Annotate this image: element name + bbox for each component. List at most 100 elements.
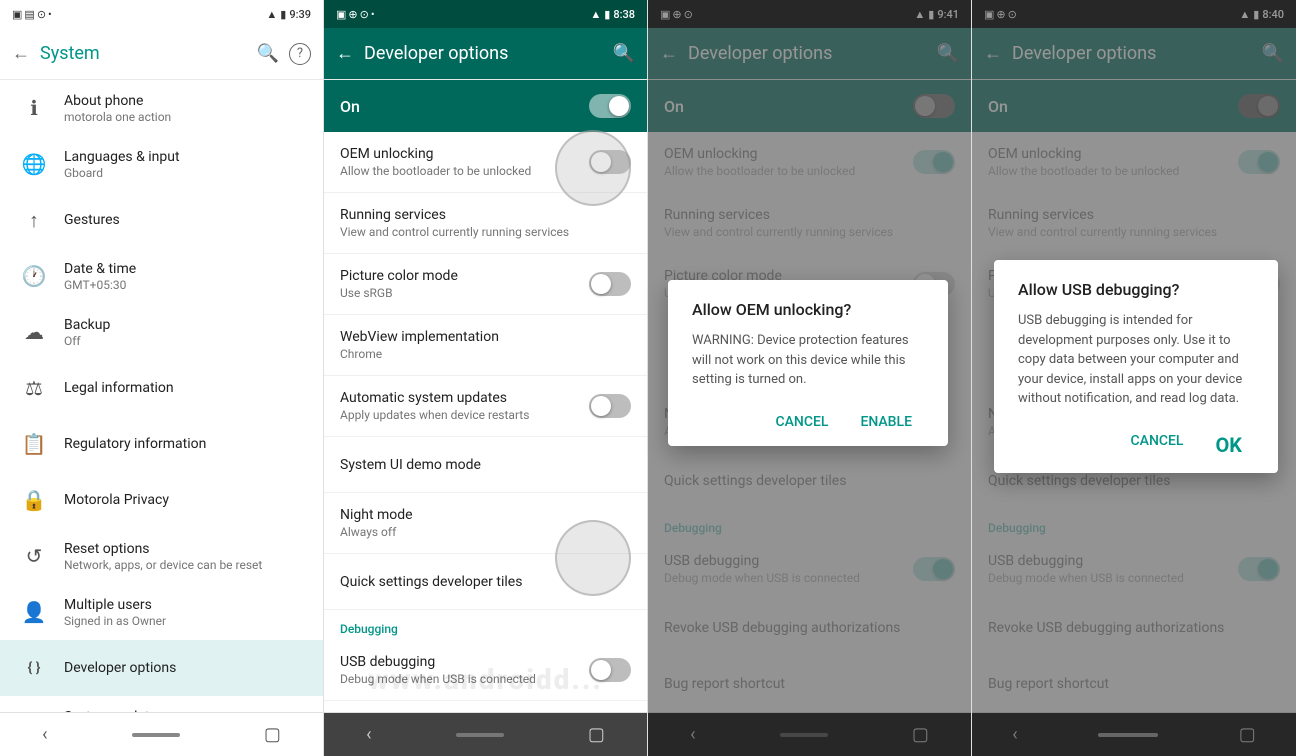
autoupdate-sub: Apply updates when device restarts: [340, 408, 529, 422]
status-bar-2: ▣ ⊕ ⊙ • ▲ ▮ 8:38: [324, 0, 647, 28]
usb-toggle[interactable]: [589, 658, 631, 682]
search-icon-1[interactable]: 🔍: [257, 43, 279, 64]
color-toggle[interactable]: [589, 272, 631, 296]
status-bar-1: ▣ ▤ ⊙ • ▲ ▮ 9:39: [0, 0, 323, 28]
oem-dialog[interactable]: Allow OEM unlocking? WARNING: Device pro…: [668, 280, 948, 446]
datetime-sub: GMT+05:30: [64, 278, 307, 292]
about-icon: ℹ: [16, 90, 52, 126]
usb-dialog[interactable]: Allow USB debugging? USB debugging is in…: [994, 260, 1278, 473]
updates-icon: 🔄: [16, 706, 52, 712]
datetime-icon: 🕐: [16, 258, 52, 294]
updates-title: System updates: [64, 709, 307, 713]
toolbar-title-1: System: [40, 43, 247, 64]
regulatory-icon: 📋: [16, 426, 52, 462]
recents-btn-1[interactable]: ▢: [264, 724, 281, 745]
nav-regulatory[interactable]: 📋 Regulatory information: [0, 416, 323, 472]
gesture-icon: ↑: [16, 202, 52, 238]
backup-icon: ☁: [16, 314, 52, 350]
reset-sub: Network, apps, or device can be reset: [64, 558, 307, 572]
oem-dialog-buttons: Cancel Enable: [692, 406, 924, 438]
recents-btn-2[interactable]: ▢: [588, 724, 605, 745]
usb-title: USB debugging: [340, 654, 536, 670]
lang-icon: 🌐: [16, 146, 52, 182]
color-sub: Use sRGB: [340, 286, 458, 300]
oem-cancel-btn[interactable]: Cancel: [763, 406, 840, 438]
nav-updates[interactable]: 🔄 System updates Updated to Android 9: [0, 696, 323, 712]
autoupdate-title: Automatic system updates: [340, 390, 529, 406]
home-indicator-2: [456, 733, 504, 737]
usb-circle-highlight: [555, 520, 631, 596]
nav-gestures[interactable]: ↑ Gestures: [0, 192, 323, 248]
back-icon-1[interactable]: ←: [12, 43, 30, 64]
panel-developer: ▣ ⊕ ⊙ • ▲ ▮ 8:38 ← Developer options 🔍 O…: [324, 0, 648, 756]
regulatory-title: Regulatory information: [64, 436, 307, 452]
setting-autoupdate[interactable]: Automatic system updates Apply updates w…: [324, 376, 647, 437]
time-1: 9:39: [289, 8, 311, 21]
nav-list: ℹ About phone motorola one action 🌐 Lang…: [0, 80, 323, 712]
nav-backup[interactable]: ☁ Backup Off: [0, 304, 323, 360]
nav-legal[interactable]: ⚖ Legal information: [0, 360, 323, 416]
usb-dialog-body: USB debugging is intended for developmen…: [1018, 311, 1254, 409]
panel-usb-dialog: ▣ ⊕ ⊙ ▲ ▮ 8:40 ← Developer options 🔍 On …: [972, 0, 1296, 756]
toolbar-1: ← System 🔍 ?: [0, 28, 323, 80]
usb-ok-btn[interactable]: OK: [1203, 425, 1254, 465]
usb-cancel-btn[interactable]: Cancel: [1119, 425, 1196, 465]
legal-title: Legal information: [64, 380, 307, 396]
datetime-title: Date & time: [64, 261, 307, 277]
back-icon-2[interactable]: ←: [336, 43, 354, 64]
lang-sub: Gboard: [64, 166, 307, 180]
notif-2c: ⊙: [360, 8, 369, 21]
bottom-nav-2: ‹ ▢: [324, 712, 647, 756]
privacy-icon: 🔒: [16, 482, 52, 518]
notif-dot: •: [48, 8, 52, 21]
dev-icon: { }: [16, 650, 52, 686]
notif-icon3: ⊙: [37, 8, 46, 21]
setting-revoke[interactable]: Revoke USB debugging authorizations: [324, 701, 647, 712]
help-icon-1[interactable]: ?: [289, 43, 311, 65]
users-sub: Signed in as Owner: [64, 614, 307, 628]
status-left-2: ▣ ⊕ ⊙ •: [336, 8, 375, 21]
time-2: 8:38: [613, 8, 635, 21]
setting-usb[interactable]: USB debugging Debug mode when USB is con…: [324, 640, 647, 701]
nav-privacy[interactable]: 🔒 Motorola Privacy: [0, 472, 323, 528]
on-text-2: On: [340, 97, 360, 116]
oem-title: OEM unlocking: [340, 146, 531, 162]
oem-dialog-body: WARNING: Device protection features will…: [692, 331, 924, 390]
uidemo-title: System UI demo mode: [340, 457, 631, 473]
nav-users[interactable]: 👤 Multiple users Signed in as Owner: [0, 584, 323, 640]
wifi-icon: ▲: [266, 8, 277, 21]
users-title: Multiple users: [64, 597, 307, 613]
home-indicator-1: [132, 733, 180, 737]
running-title: Running services: [340, 207, 631, 223]
lang-title: Languages & input: [64, 149, 307, 165]
wifi-2: ▲: [590, 8, 601, 21]
nav-about-phone[interactable]: ℹ About phone motorola one action: [0, 80, 323, 136]
toolbar-title-2: Developer options: [364, 43, 603, 64]
oem-dialog-title: Allow OEM unlocking?: [692, 300, 924, 319]
about-title: About phone: [64, 93, 307, 109]
webview-title: WebView implementation: [340, 329, 631, 345]
oem-enable-btn[interactable]: Enable: [848, 406, 924, 438]
nav-languages[interactable]: 🌐 Languages & input Gboard: [0, 136, 323, 192]
bottom-nav-1: ‹ ▢: [0, 712, 323, 756]
setting-webview[interactable]: WebView implementation Chrome: [324, 315, 647, 376]
autoupdate-toggle[interactable]: [589, 394, 631, 418]
debugging-label-2: Debugging: [324, 610, 647, 640]
setting-colormode[interactable]: Picture color mode Use sRGB: [324, 254, 647, 315]
legal-icon: ⚖: [16, 370, 52, 406]
battery-icon: ▮: [280, 8, 286, 21]
back-btn-1[interactable]: ‹: [42, 724, 47, 745]
nav-datetime[interactable]: 🕐 Date & time GMT+05:30: [0, 248, 323, 304]
on-toggle-2[interactable]: [589, 94, 631, 118]
battery-2: ▮: [604, 8, 610, 21]
search-icon-2[interactable]: 🔍: [613, 43, 635, 64]
gesture-title: Gestures: [64, 212, 307, 228]
back-btn-2[interactable]: ‹: [366, 724, 371, 745]
color-title: Picture color mode: [340, 268, 458, 284]
nav-reset[interactable]: ↺ Reset options Network, apps, or device…: [0, 528, 323, 584]
nav-developer[interactable]: { } Developer options: [0, 640, 323, 696]
usb-sub: Debug mode when USB is connected: [340, 672, 536, 686]
backup-sub: Off: [64, 334, 307, 348]
on-header-2[interactable]: On: [324, 80, 647, 132]
setting-uidemo[interactable]: System UI demo mode: [324, 437, 647, 493]
